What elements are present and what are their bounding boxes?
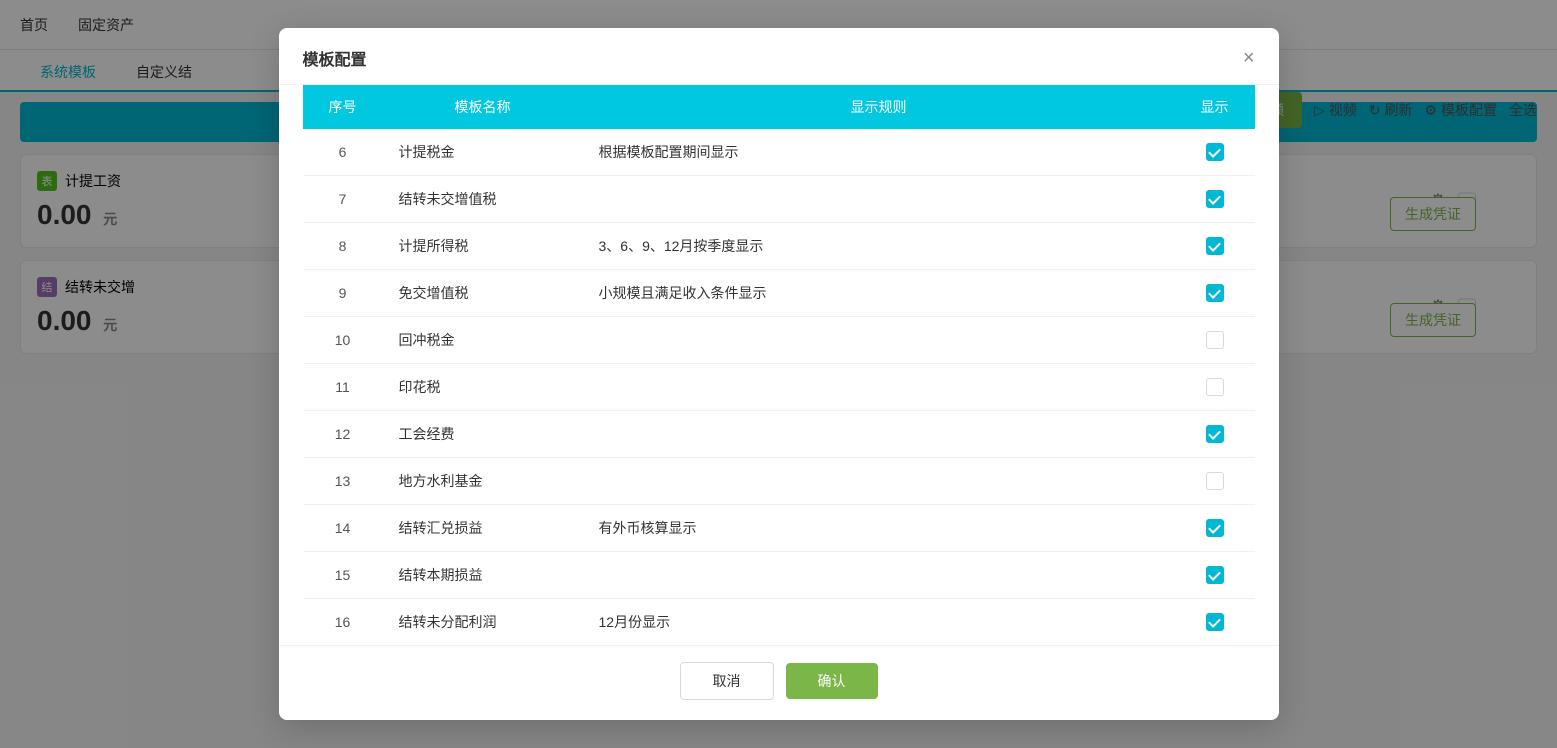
modal-close-button[interactable]: × xyxy=(1243,48,1255,68)
display-checkbox[interactable] xyxy=(1206,378,1224,396)
cell-name: 工会经费 xyxy=(383,411,583,458)
col-display: 显示 xyxy=(1175,85,1255,129)
cell-name: 结转未交增值税 xyxy=(383,176,583,223)
cell-display xyxy=(1175,223,1255,270)
table-row: 16结转未分配利润12月份显示 xyxy=(303,599,1255,646)
cell-index: 7 xyxy=(303,176,383,223)
cell-name: 免交增值税 xyxy=(383,270,583,317)
table-row: 11印花税 xyxy=(303,364,1255,411)
table-row: 7结转未交增值税 xyxy=(303,176,1255,223)
cell-index: 14 xyxy=(303,505,383,552)
cell-display xyxy=(1175,317,1255,364)
cell-rule xyxy=(583,176,1175,223)
display-checkbox[interactable] xyxy=(1206,284,1224,302)
cell-name: 地方水利基金 xyxy=(383,458,583,505)
table-row: 12工会经费 xyxy=(303,411,1255,458)
cell-index: 6 xyxy=(303,129,383,176)
cancel-button[interactable]: 取消 xyxy=(680,662,774,700)
cell-index: 9 xyxy=(303,270,383,317)
cell-index: 15 xyxy=(303,552,383,599)
modal-header: 模板配置 × xyxy=(279,28,1279,85)
display-checkbox[interactable] xyxy=(1206,566,1224,584)
table-row: 6计提税金根据模板配置期间显示 xyxy=(303,129,1255,176)
cell-name: 计提所得税 xyxy=(383,223,583,270)
cell-rule: 12月份显示 xyxy=(583,599,1175,646)
cell-name: 计提税金 xyxy=(383,129,583,176)
cell-rule xyxy=(583,552,1175,599)
col-index: 序号 xyxy=(303,85,383,129)
table-header-row: 序号 模板名称 显示规则 显示 xyxy=(303,85,1255,129)
modal-title: 模板配置 xyxy=(303,46,367,70)
cell-rule xyxy=(583,364,1175,411)
cell-rule xyxy=(583,458,1175,505)
display-checkbox[interactable] xyxy=(1206,331,1224,349)
modal-template-config: 模板配置 × 序号 模板名称 显示规则 显示 6计提税金根据模板配置期间显示7结… xyxy=(279,28,1279,720)
table-row: 8计提所得税3、6、9、12月按季度显示 xyxy=(303,223,1255,270)
col-name: 模板名称 xyxy=(383,85,583,129)
cell-rule: 小规模且满足收入条件显示 xyxy=(583,270,1175,317)
cell-display xyxy=(1175,270,1255,317)
cell-rule: 根据模板配置期间显示 xyxy=(583,129,1175,176)
cell-index: 12 xyxy=(303,411,383,458)
cell-index: 16 xyxy=(303,599,383,646)
table-row: 13地方水利基金 xyxy=(303,458,1255,505)
display-checkbox[interactable] xyxy=(1206,613,1224,631)
table-row: 15结转本期损益 xyxy=(303,552,1255,599)
cell-display xyxy=(1175,552,1255,599)
table-row: 14结转汇兑损益有外币核算显示 xyxy=(303,505,1255,552)
config-table: 序号 模板名称 显示规则 显示 6计提税金根据模板配置期间显示7结转未交增值税8… xyxy=(303,85,1255,645)
col-rule: 显示规则 xyxy=(583,85,1175,129)
cell-name: 结转未分配利润 xyxy=(383,599,583,646)
modal-footer: 取消 确认 xyxy=(279,645,1279,720)
confirm-button[interactable]: 确认 xyxy=(786,663,878,699)
table-row: 9免交增值税小规模且满足收入条件显示 xyxy=(303,270,1255,317)
cell-rule: 有外币核算显示 xyxy=(583,505,1175,552)
display-checkbox[interactable] xyxy=(1206,237,1224,255)
cell-name: 结转汇兑损益 xyxy=(383,505,583,552)
cell-index: 8 xyxy=(303,223,383,270)
modal-overlay: 模板配置 × 序号 模板名称 显示规则 显示 6计提税金根据模板配置期间显示7结… xyxy=(0,0,1557,748)
cell-name: 印花税 xyxy=(383,364,583,411)
cell-display xyxy=(1175,458,1255,505)
cell-rule xyxy=(583,411,1175,458)
cell-display xyxy=(1175,599,1255,646)
display-checkbox[interactable] xyxy=(1206,472,1224,490)
cell-display xyxy=(1175,505,1255,552)
cell-index: 10 xyxy=(303,317,383,364)
modal-body: 序号 模板名称 显示规则 显示 6计提税金根据模板配置期间显示7结转未交增值税8… xyxy=(279,85,1279,645)
cell-display xyxy=(1175,411,1255,458)
cell-display xyxy=(1175,129,1255,176)
table-row: 10回冲税金 xyxy=(303,317,1255,364)
cell-display xyxy=(1175,176,1255,223)
cell-rule xyxy=(583,317,1175,364)
cell-name: 回冲税金 xyxy=(383,317,583,364)
cell-rule: 3、6、9、12月按季度显示 xyxy=(583,223,1175,270)
cell-index: 13 xyxy=(303,458,383,505)
cell-index: 11 xyxy=(303,364,383,411)
display-checkbox[interactable] xyxy=(1206,143,1224,161)
table-body: 6计提税金根据模板配置期间显示7结转未交增值税8计提所得税3、6、9、12月按季… xyxy=(303,129,1255,645)
cell-display xyxy=(1175,364,1255,411)
display-checkbox[interactable] xyxy=(1206,190,1224,208)
display-checkbox[interactable] xyxy=(1206,425,1224,443)
display-checkbox[interactable] xyxy=(1206,519,1224,537)
cell-name: 结转本期损益 xyxy=(383,552,583,599)
